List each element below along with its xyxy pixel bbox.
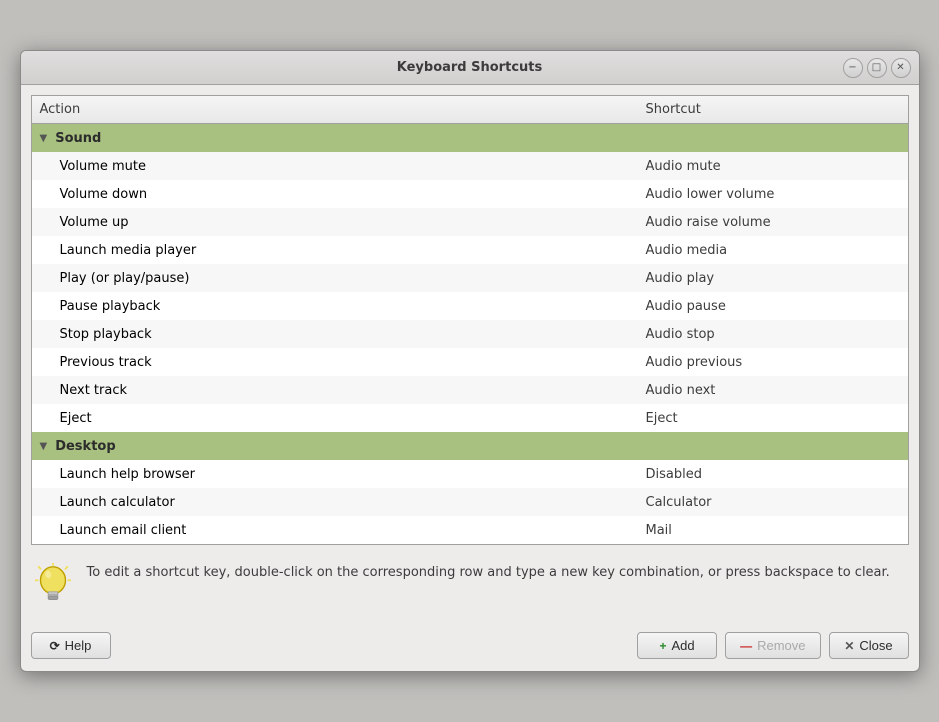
action-cell: Volume up: [32, 213, 638, 232]
action-cell: Next track: [32, 381, 638, 400]
table-row[interactable]: Stop playback Audio stop: [32, 320, 908, 348]
expand-arrow-sound: ▼: [40, 133, 48, 144]
table-row[interactable]: Launch email client Mail: [32, 516, 908, 544]
minimize-button[interactable]: −: [843, 58, 863, 78]
table-row[interactable]: Next track Audio next: [32, 376, 908, 404]
window-controls: − □ ✕: [843, 58, 911, 78]
table-header: Action Shortcut: [32, 96, 908, 124]
action-cell: Volume down: [32, 185, 638, 204]
action-cell: Launch calculator: [32, 493, 638, 512]
table-row[interactable]: Volume up Audio raise volume: [32, 208, 908, 236]
close-button[interactable]: ✕: [891, 58, 911, 78]
action-cell: Volume mute: [32, 157, 638, 176]
shortcut-cell: Audio lower volume: [638, 185, 908, 204]
main-content: Action Shortcut ▼ Sound Volume mute Audi…: [21, 85, 919, 671]
table-row[interactable]: Launch calculator Calculator: [32, 488, 908, 516]
action-cell: Eject: [32, 409, 638, 428]
help-icon: ⟳: [50, 639, 60, 653]
shortcut-cell: Mail: [638, 521, 908, 540]
shortcut-cell: Audio media: [638, 241, 908, 260]
maximize-button[interactable]: □: [867, 58, 887, 78]
hint-icon: [31, 559, 75, 614]
table-row[interactable]: Previous track Audio previous: [32, 348, 908, 376]
close-icon: ✕: [844, 639, 854, 653]
help-button[interactable]: ⟳ Help: [31, 632, 111, 659]
table-row[interactable]: Launch help browser Disabled: [32, 460, 908, 488]
action-cell: Previous track: [32, 353, 638, 372]
group-desktop[interactable]: ▼ Desktop: [32, 432, 908, 460]
table-row[interactable]: Play (or play/pause) Audio play: [32, 264, 908, 292]
remove-icon: —: [740, 639, 752, 653]
action-cell: Launch email client: [32, 521, 638, 540]
shortcut-cell: Audio raise volume: [638, 213, 908, 232]
shortcuts-table: Action Shortcut ▼ Sound Volume mute Audi…: [31, 95, 909, 545]
hint-text: To edit a shortcut key, double-click on …: [87, 559, 890, 583]
close-dialog-button[interactable]: ✕ Close: [829, 632, 909, 659]
action-column-header: Action: [32, 100, 638, 119]
hint-section: To edit a shortcut key, double-click on …: [31, 555, 909, 618]
table-row[interactable]: Volume mute Audio mute: [32, 152, 908, 180]
shortcut-cell: Audio play: [638, 269, 908, 288]
titlebar: Keyboard Shortcuts − □ ✕: [21, 51, 919, 85]
expand-arrow-desktop: ▼: [40, 441, 48, 452]
table-row[interactable]: Pause playback Audio pause: [32, 292, 908, 320]
shortcut-column-header: Shortcut: [638, 100, 908, 119]
action-cell: Launch media player: [32, 241, 638, 260]
main-window: Keyboard Shortcuts − □ ✕ Action Shortcut: [20, 50, 920, 672]
group-desktop-label: ▼ Desktop: [32, 437, 638, 456]
group-sound-label: ▼ Sound: [32, 129, 638, 148]
group-sound[interactable]: ▼ Sound: [32, 124, 908, 152]
action-cell: Launch help browser: [32, 465, 638, 484]
remove-button[interactable]: — Remove: [725, 632, 820, 659]
lightbulb-icon: [35, 563, 71, 611]
shortcut-cell: Audio pause: [638, 297, 908, 316]
shortcut-cell: Eject: [638, 409, 908, 428]
shortcut-cell: Audio next: [638, 381, 908, 400]
table-row[interactable]: Launch media player Audio media: [32, 236, 908, 264]
shortcut-cell: Audio stop: [638, 325, 908, 344]
shortcut-cell: Disabled: [638, 465, 908, 484]
table-body[interactable]: ▼ Sound Volume mute Audio mute Volume do…: [32, 124, 908, 544]
button-row: ⟳ Help + Add — Remove ✕ Close: [31, 628, 909, 661]
window-title: Keyboard Shortcuts: [397, 60, 542, 75]
shortcut-cell: Calculator: [638, 493, 908, 512]
shortcut-cell: Audio mute: [638, 157, 908, 176]
table-row[interactable]: Eject Eject: [32, 404, 908, 432]
add-icon: +: [660, 639, 667, 653]
shortcut-cell: Audio previous: [638, 353, 908, 372]
add-button[interactable]: + Add: [637, 632, 717, 659]
table-row[interactable]: Volume down Audio lower volume: [32, 180, 908, 208]
action-cell: Stop playback: [32, 325, 638, 344]
action-cell: Pause playback: [32, 297, 638, 316]
action-cell: Play (or play/pause): [32, 269, 638, 288]
